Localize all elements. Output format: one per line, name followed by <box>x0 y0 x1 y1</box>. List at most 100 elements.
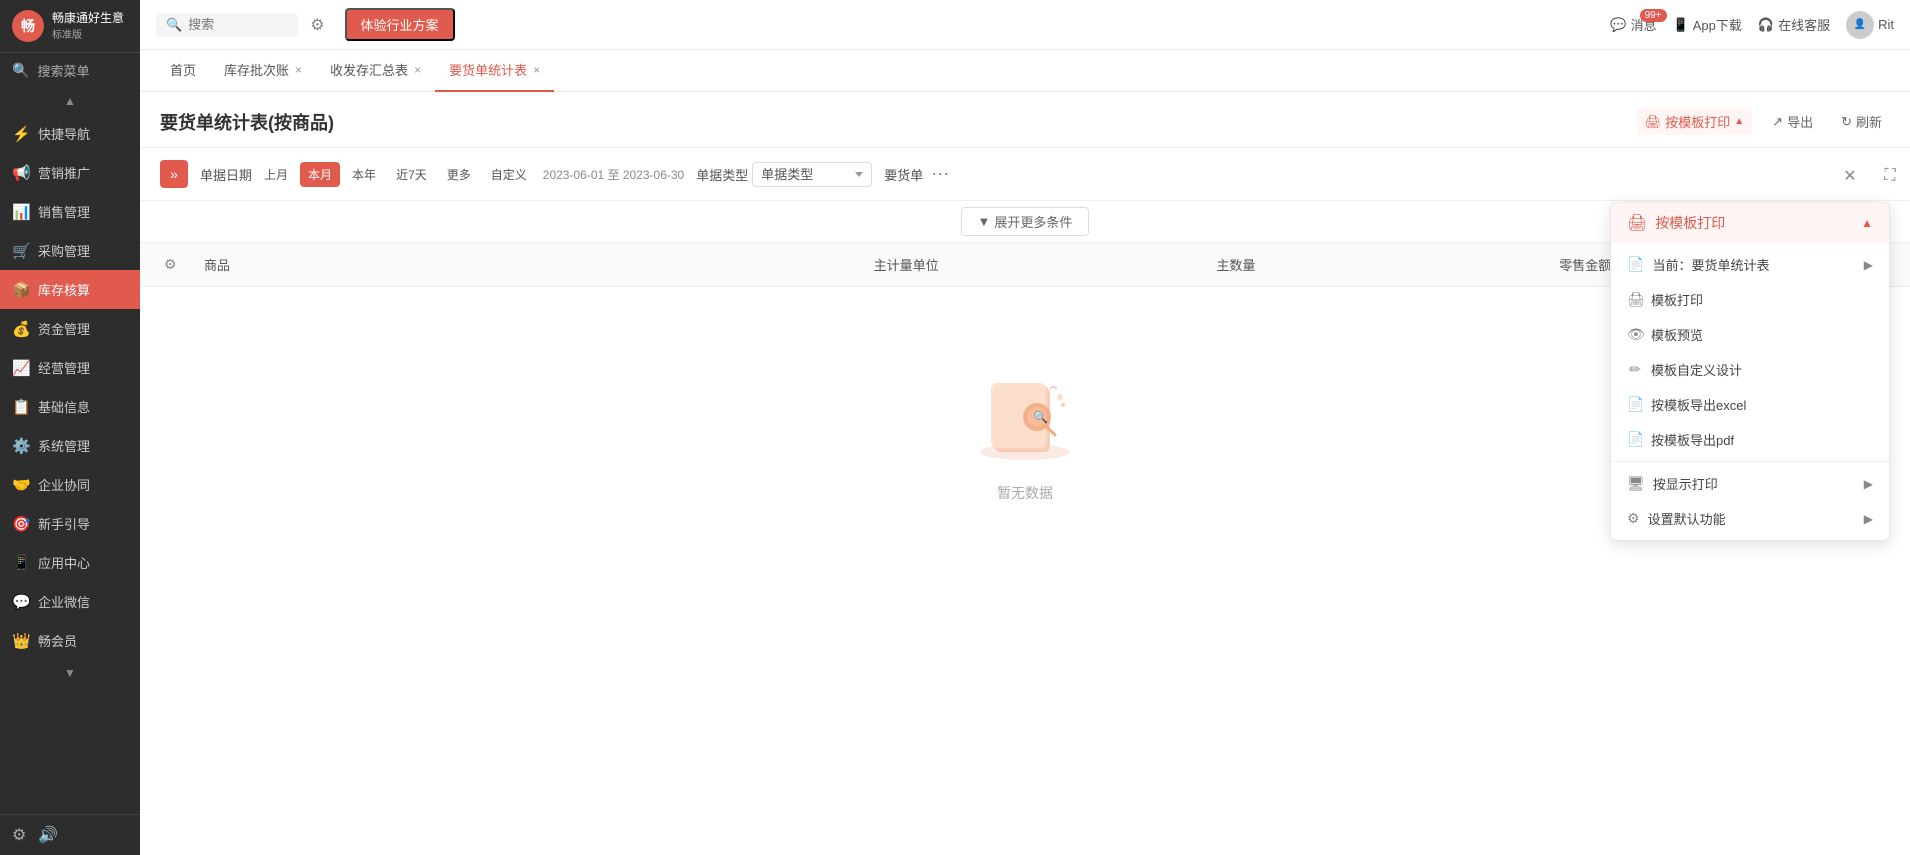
sidebar-item-sales[interactable]: 📊 销售管理 <box>0 192 140 231</box>
nav-label-operations: 经营管理 <box>38 358 90 377</box>
set-default-item[interactable]: ⚙ 设置默认功能 ▶ <box>1611 501 1889 536</box>
messages-button[interactable]: 💬 消息 99+ <box>1610 15 1656 34</box>
sidebar-item-enterprise[interactable]: 🤝 企业协同 <box>0 465 140 504</box>
tab-close-order-stats[interactable]: × <box>533 63 540 77</box>
refresh-button[interactable]: ↻ 刷新 <box>1833 108 1890 135</box>
th-unit: 主计量单位 <box>866 255 1209 274</box>
nav-label-app-center: 应用中心 <box>38 553 90 572</box>
date-last-7-days[interactable]: 近7天 <box>388 162 435 187</box>
sidebar-item-enterprise-wechat[interactable]: 💬 企业微信 <box>0 582 140 621</box>
tab-order-stats[interactable]: 要货单统计表× <box>435 50 554 92</box>
export-label: 导出 <box>1787 112 1813 131</box>
sidebar-item-system[interactable]: ⚙️ 系统管理 <box>0 426 140 465</box>
date-custom[interactable]: 自定义 <box>483 162 535 187</box>
search-menu[interactable]: 🔍 搜索菜单 <box>0 53 140 88</box>
date-range-text: 2023-06-01 至 2023-06-30 <box>543 166 684 183</box>
gear-icon[interactable]: ⚙ <box>310 15 324 35</box>
date-last-month[interactable]: 上月 <box>256 162 296 187</box>
nav-icon-sales: 📊 <box>12 203 30 221</box>
filter-bar: » 单据日期 上月 本月 本年 近7天 更多 自定义 2023-06-01 至 … <box>140 148 1910 201</box>
app-download-label: App下载 <box>1693 15 1742 34</box>
search-input[interactable] <box>188 17 288 32</box>
template-excel-label: 按模板导出excel <box>1651 395 1746 414</box>
nav-label-finance: 资金管理 <box>38 319 90 338</box>
sidebar-logo: 畅 畅康通好生意 标准版 <box>0 0 140 53</box>
message-icon: 💬 <box>1610 17 1626 33</box>
tab-home[interactable]: 首页 <box>156 50 210 92</box>
sidebar-item-vip[interactable]: 👑 畅会员 <box>0 621 140 660</box>
tab-close-inventory-batch[interactable]: × <box>295 63 302 77</box>
online-support-label: 在线客服 <box>1778 15 1830 34</box>
nav-label-sales: 销售管理 <box>38 202 90 221</box>
sidebar-item-guide[interactable]: 🎯 新手引导 <box>0 504 140 543</box>
print-dropdown-title: 按模板打印 <box>1655 213 1725 233</box>
pdf-icon: 📄 <box>1627 431 1643 448</box>
nav-icon-quick-nav: ⚡ <box>12 125 30 143</box>
tab-inventory-batch[interactable]: 库存批次账× <box>210 50 316 92</box>
nav-label-marketing: 营销推广 <box>38 163 90 182</box>
user-avatar[interactable]: 👤 Rit <box>1846 11 1894 39</box>
search-icon: 🔍 <box>12 62 29 79</box>
display-print-item[interactable]: 🖥 按显示打印 ▶ <box>1611 466 1889 501</box>
maximize-window-button[interactable]: ⛶ <box>1870 157 1910 195</box>
nav-icon-enterprise-wechat: 💬 <box>12 593 30 611</box>
date-this-month[interactable]: 本月 <box>300 162 340 187</box>
filter-expand-icon[interactable]: » <box>160 160 188 188</box>
nav-icon-app-center: 📱 <box>12 554 30 572</box>
sound-icon[interactable]: 🔊 <box>38 825 58 845</box>
excel-icon: 📄 <box>1627 396 1643 413</box>
app-download-button[interactable]: 📱 App下载 <box>1673 15 1742 34</box>
column-settings-icon[interactable]: ⚙ <box>164 256 177 272</box>
template-custom-item[interactable]: ✏ 模板自定义设计 <box>1611 352 1889 387</box>
messages-badge: 99+ <box>1640 9 1667 22</box>
print-template-button[interactable]: 🖨 按模板打印 ▲ <box>1637 108 1752 135</box>
tab-bar: 首页库存批次账×收发存汇总表×要货单统计表× <box>140 50 1910 92</box>
expand-more-label: 展开更多条件 <box>994 212 1072 231</box>
template-print-item[interactable]: 🖨 模板打印 <box>1611 282 1889 317</box>
template-pdf-item[interactable]: 📄 按模板导出pdf <box>1611 422 1889 457</box>
expand-more-button[interactable]: ▼ 展开更多条件 <box>961 207 1090 236</box>
template-preview-item[interactable]: 👁 模板预览 <box>1611 317 1889 352</box>
search-menu-label: 搜索菜单 <box>37 61 89 80</box>
date-this-year[interactable]: 本年 <box>344 162 384 187</box>
tab-collection-summary[interactable]: 收发存汇总表× <box>316 50 435 92</box>
sidebar-item-quick-nav[interactable]: ⚡ 快捷导航 <box>0 114 140 153</box>
sidebar-scroll-up[interactable]: ▲ <box>60 90 80 112</box>
sidebar-item-operations[interactable]: 📈 经营管理 <box>0 348 140 387</box>
nav-icon-operations: 📈 <box>12 359 30 377</box>
sidebar-scroll-down[interactable]: ▼ <box>60 662 80 684</box>
search-box[interactable]: 🔍 <box>156 13 298 37</box>
nav-icon-base-info: 📋 <box>12 398 30 416</box>
print-icon: 🖨 <box>1645 114 1662 130</box>
online-support-button[interactable]: 🎧 在线客服 <box>1758 15 1830 34</box>
sidebar-item-base-info[interactable]: 📋 基础信息 <box>0 387 140 426</box>
template-excel-item[interactable]: 📄 按模板导出excel <box>1611 387 1889 422</box>
trial-button[interactable]: 体验行业方案 <box>345 8 455 41</box>
page-header: 要货单统计表(按商品) 🖨 按模板打印 ▲ ↗ 导出 ↻ 刷新 <box>140 92 1910 148</box>
nav-label-purchase: 采购管理 <box>38 241 90 260</box>
sidebar-item-app-center[interactable]: 📱 应用中心 <box>0 543 140 582</box>
tab-close-collection-summary[interactable]: × <box>414 63 421 77</box>
set-default-label: 设置默认功能 <box>1648 509 1726 528</box>
more-dots[interactable]: ⋯ <box>931 164 949 185</box>
sidebar-item-purchase[interactable]: 🛒 采购管理 <box>0 231 140 270</box>
date-more[interactable]: 更多 <box>439 162 479 187</box>
type-select[interactable]: 单据类型 <box>752 162 872 187</box>
support-icon: 🎧 <box>1758 17 1774 33</box>
settings-icon[interactable]: ⚙ <box>12 825 26 845</box>
current-template-item[interactable]: 📄 当前：要货单统计表 ▶ <box>1611 247 1889 282</box>
empty-text: 暂无数据 <box>997 483 1053 503</box>
export-button[interactable]: ↗ 导出 <box>1764 108 1821 135</box>
sidebar-item-finance[interactable]: 💰 资金管理 <box>0 309 140 348</box>
nav-label-inventory: 库存核算 <box>38 280 90 299</box>
sidebar-item-marketing[interactable]: 📢 营销推广 <box>0 153 140 192</box>
logo-icon: 畅 <box>12 10 44 42</box>
print-dropdown-header[interactable]: 🖨 按模板打印 ▲ <box>1611 203 1889 243</box>
logo-title: 畅康通好生意 <box>52 11 124 27</box>
close-window-button[interactable]: ✕ <box>1830 157 1870 195</box>
chevron-up-icon: ▲ <box>1734 116 1744 127</box>
sidebar-item-inventory[interactable]: 📦 库存核算 <box>0 270 140 309</box>
nav-icon-finance: 💰 <box>12 320 30 338</box>
sidebar-nav: ⚡ 快捷导航 📢 营销推广 📊 销售管理 🛒 采购管理 📦 库存核算 💰 资金管… <box>0 114 140 660</box>
template-print-label: 模板打印 <box>1651 290 1703 309</box>
